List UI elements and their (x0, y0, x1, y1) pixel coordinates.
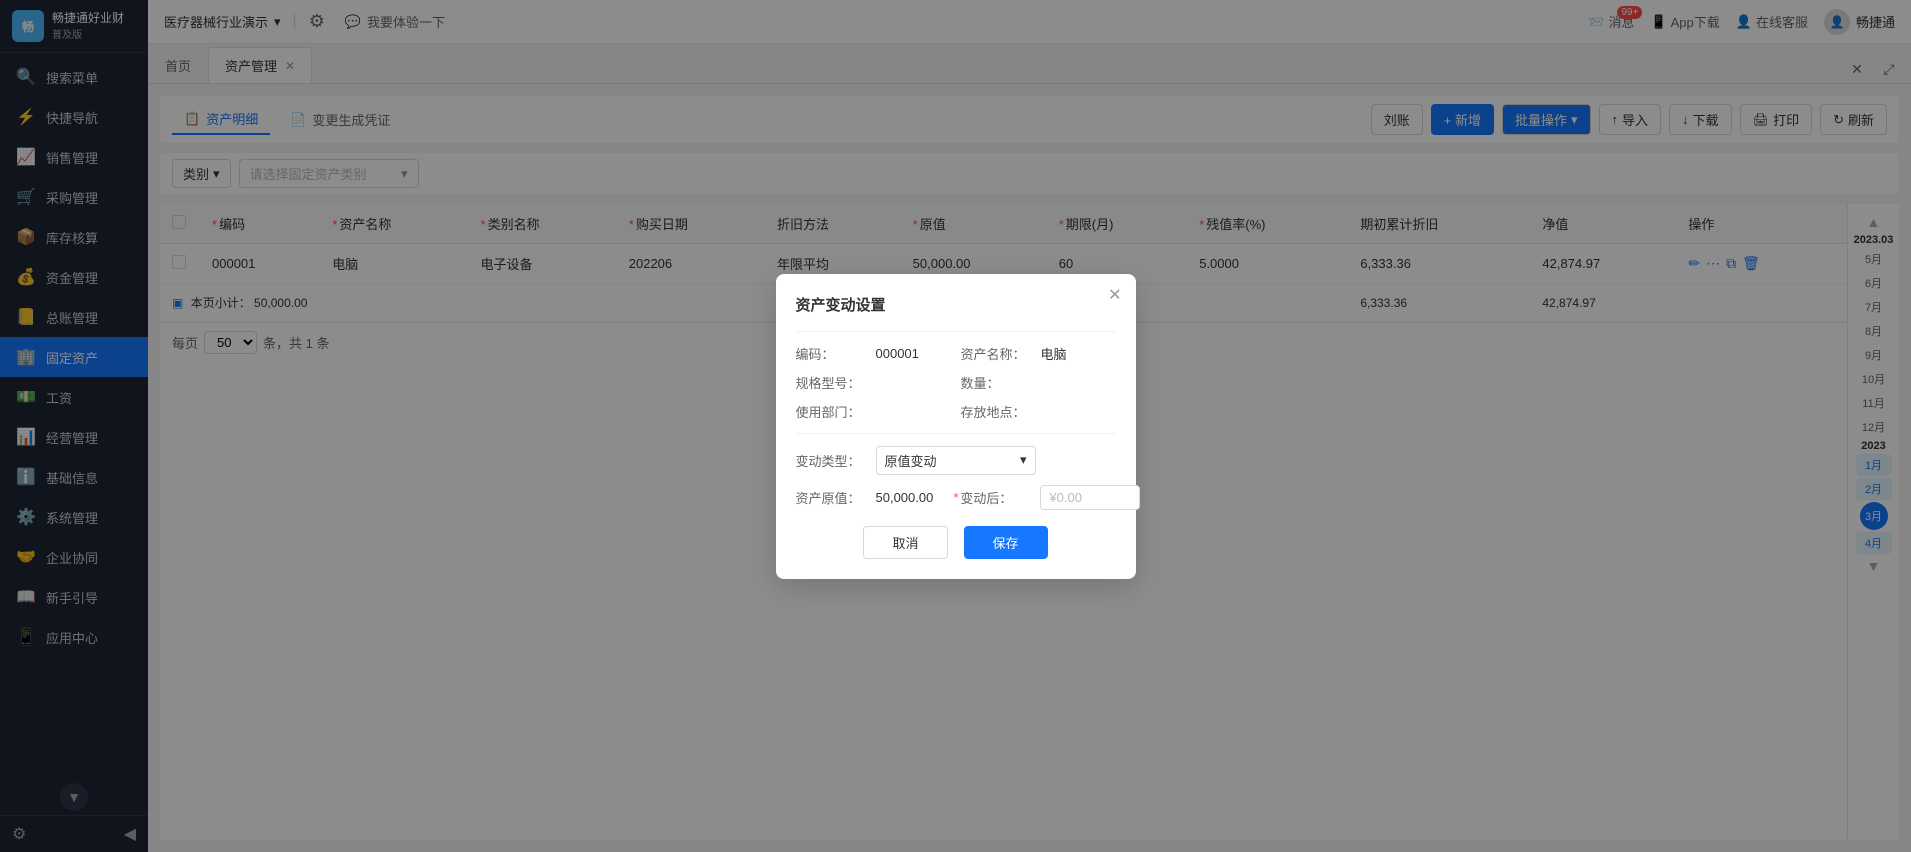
modal-asset-value: 50,000.00 (876, 490, 934, 505)
modal-info-row3: 使用部门： 存放地点： (796, 402, 1116, 421)
modal-name-field: 资产名称： 电脑 (961, 344, 1116, 363)
modal-divider-2 (796, 433, 1116, 434)
modal-info-row2: 规格型号： 数量： (796, 373, 1116, 392)
modal-asset-value-label: 资产原值： (796, 488, 876, 507)
modal-footer: 取消 保存 (796, 526, 1116, 559)
modal-location-field: 存放地点： (961, 402, 1116, 421)
modal-change-type-label: 变动类型： (796, 451, 876, 470)
modal-code-label: 编码： (796, 344, 876, 363)
modal-dept-field: 使用部门： (796, 402, 951, 421)
modal-code-field: 编码： 000001 (796, 344, 951, 363)
modal-change-type-select[interactable]: 原值变动 ▾ (876, 446, 1036, 475)
modal-quantity-field: 数量： (961, 373, 1116, 392)
modal-name-label: 资产名称： (961, 344, 1041, 363)
modal-save-btn[interactable]: 保存 (964, 526, 1048, 559)
modal-after-label: 变动后： (960, 488, 1040, 507)
modal-overlay: 资产变动设置 ✕ 编码： 000001 资产名称： 电脑 规格型号： 数量： (0, 0, 1911, 852)
modal-code-value: 000001 (876, 346, 919, 361)
modal-change-type-row: 变动类型： 原值变动 ▾ (796, 446, 1116, 475)
modal-asset-value-row: 资产原值： 50,000.00 * 变动后： (796, 485, 1116, 510)
asset-change-modal: 资产变动设置 ✕ 编码： 000001 资产名称： 电脑 规格型号： 数量： (776, 274, 1136, 579)
modal-name-value: 电脑 (1041, 344, 1067, 363)
modal-info-row1: 编码： 000001 资产名称： 电脑 (796, 344, 1116, 363)
modal-cancel-btn[interactable]: 取消 (863, 526, 947, 559)
modal-divider-1 (796, 331, 1116, 332)
modal-dept-label: 使用部门： (796, 402, 876, 421)
change-type-dropdown-icon: ▾ (1020, 452, 1027, 468)
modal-spec-field: 规格型号： (796, 373, 951, 392)
modal-after-input[interactable] (1040, 485, 1140, 510)
modal-spec-label: 规格型号： (796, 373, 876, 392)
modal-after-required: * (953, 490, 958, 505)
modal-change-type-value: 原值变动 (885, 451, 937, 470)
modal-location-label: 存放地点： (961, 402, 1041, 421)
modal-quantity-label: 数量： (961, 373, 1041, 392)
modal-close-btn[interactable]: ✕ (1108, 288, 1121, 304)
modal-title: 资产变动设置 (796, 294, 1116, 315)
